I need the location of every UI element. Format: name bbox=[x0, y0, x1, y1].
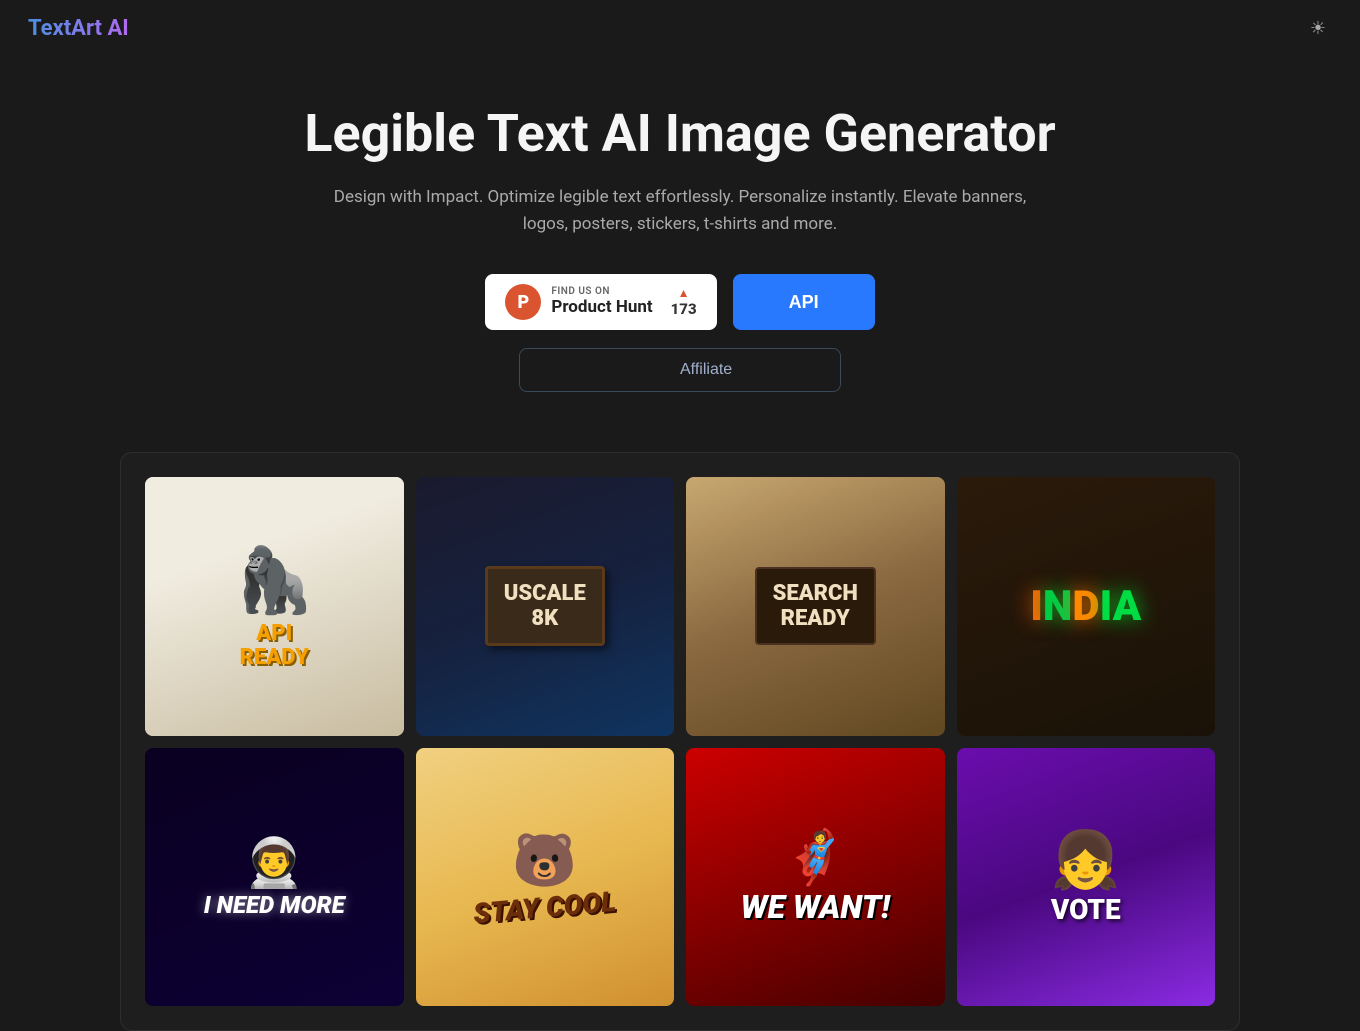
cartoon-girl-emoji: 👧 bbox=[1051, 827, 1121, 893]
app-logo[interactable]: TextArt AI bbox=[28, 16, 129, 41]
sun-icon: ☀ bbox=[1310, 18, 1326, 39]
india-text: INDIA bbox=[1030, 582, 1141, 631]
theme-toggle-button[interactable]: ☀ bbox=[1304, 14, 1332, 42]
gallery-item[interactable]: 👨‍🚀 I NEED MORE bbox=[145, 748, 404, 1007]
gallery-container: 🦍 APIREADY USCALE8K SEARCHREADY INDIA 👨‍… bbox=[120, 452, 1240, 1031]
space-emoji: 👨‍🚀 bbox=[244, 834, 304, 891]
space-text: I NEED MORE bbox=[204, 891, 345, 919]
cartoon-girl-text: VOTE bbox=[1051, 893, 1121, 926]
header: TextArt AI ☀ bbox=[0, 0, 1360, 56]
uscale-sign: USCALE8K bbox=[485, 566, 605, 646]
gallery-grid: 🦍 APIREADY USCALE8K SEARCHREADY INDIA 👨‍… bbox=[145, 477, 1215, 1006]
ph-votes: ▲ 173 bbox=[671, 286, 697, 318]
product-hunt-icon: P bbox=[505, 284, 541, 320]
ph-vote-count: 173 bbox=[671, 300, 697, 318]
gallery-item[interactable]: 🐻 STAY COOL bbox=[416, 748, 675, 1007]
cta-row: P FIND US ON Product Hunt ▲ 173 API bbox=[20, 274, 1340, 330]
gallery-item[interactable]: USCALE8K bbox=[416, 477, 675, 736]
product-hunt-text: FIND US ON Product Hunt bbox=[551, 286, 652, 317]
product-hunt-button[interactable]: P FIND US ON Product Hunt ▲ 173 bbox=[485, 274, 716, 330]
gallery-item[interactable]: 🦸 WE WANT! bbox=[686, 748, 945, 1007]
deadpool-text: WE WANT! bbox=[741, 888, 890, 926]
gallery-item[interactable]: 🦍 APIREADY bbox=[145, 477, 404, 736]
hero-title: Legible Text AI Image Generator bbox=[20, 104, 1340, 164]
deadpool-emoji: 🦸 bbox=[783, 827, 848, 888]
gallery-item[interactable]: INDIA bbox=[957, 477, 1216, 736]
gallery-item[interactable]: 👧 VOTE bbox=[957, 748, 1216, 1007]
gallery-item[interactable]: SEARCHREADY bbox=[686, 477, 945, 736]
search-ready-sign: SEARCHREADY bbox=[755, 567, 876, 645]
ph-name-label: Product Hunt bbox=[551, 297, 652, 317]
bear-text: STAY COOL bbox=[472, 885, 617, 930]
api-button[interactable]: API bbox=[733, 274, 875, 330]
affiliate-button[interactable]: Affiliate bbox=[519, 348, 841, 392]
ph-upvote-arrow: ▲ bbox=[678, 286, 690, 300]
ph-find-us-label: FIND US ON bbox=[551, 286, 610, 297]
hero-section: Legible Text AI Image Generator Design w… bbox=[0, 56, 1360, 452]
bear-emoji: 🐻 bbox=[512, 830, 577, 891]
affiliate-row: Affiliate bbox=[20, 348, 1340, 392]
hero-subtitle: Design with Impact. Optimize legible tex… bbox=[330, 184, 1030, 238]
